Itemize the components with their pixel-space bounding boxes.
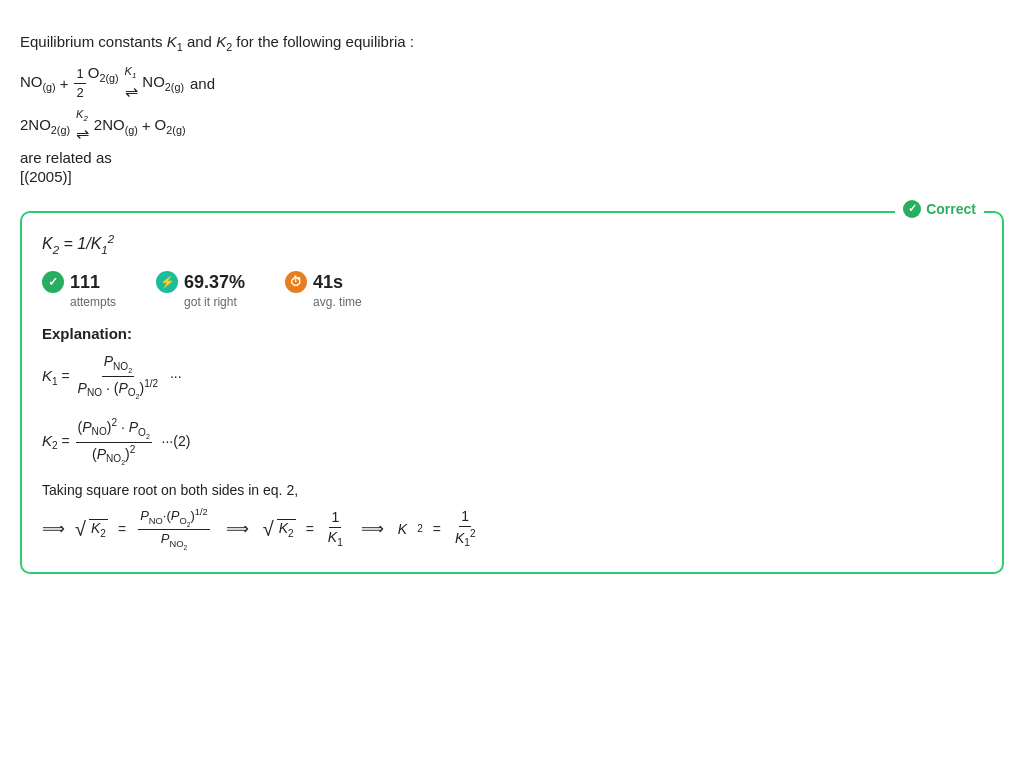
percentage-label: got it right bbox=[184, 295, 245, 309]
stats-row: ✓ 111 attempts ⚡ 69.37% got it right ⏱ 4… bbox=[42, 271, 982, 309]
clock-icon: ⏱ bbox=[285, 271, 307, 293]
stat-percentage-value: ⚡ 69.37% bbox=[156, 271, 245, 293]
stat-avg-time-value: ⏱ 41s bbox=[285, 271, 362, 293]
explanation-title: Explanation: bbox=[42, 325, 982, 342]
bolt-icon: ⚡ bbox=[156, 271, 178, 293]
stat-percentage: ⚡ 69.37% got it right bbox=[156, 271, 245, 309]
stat-attempts: ✓ 111 attempts bbox=[42, 271, 116, 309]
correct-label: Correct bbox=[926, 201, 976, 217]
k2-formula: K2 = (PNO)2 · PO2 (PNO2)2 ···(2) bbox=[42, 416, 982, 468]
correct-badge: ✓ Correct bbox=[895, 200, 984, 218]
answer-formula: K2 = 1/K12 bbox=[42, 233, 982, 256]
question-intro: Equilibrium constants K1 and K2 for the … bbox=[20, 30, 1004, 56]
year-ref: [(2005)] bbox=[20, 168, 1004, 185]
stat-avg-time: ⏱ 41s avg. time bbox=[285, 271, 362, 309]
equation-1: NO(g) + 1 2 O2(g) K1 ⇌ NO2(g) and bbox=[20, 64, 1004, 102]
taking-sq-text: Taking square root on both sides in eq. … bbox=[42, 482, 982, 498]
stat-attempts-value: ✓ 111 bbox=[42, 271, 116, 293]
final-derivation: ⟹ √K2 = PNO·(PO2)1/2 PNO2 ⟹ √K2 = 1 K1 ⟹… bbox=[42, 506, 982, 552]
equation-2: 2NO2(g) K2 ⇌ 2NO(g) + O2(g) bbox=[20, 109, 1004, 143]
k1-formula: K1 = PNO2 PNO · (PO2)1/2 ··· bbox=[42, 352, 982, 402]
correct-icon: ✓ bbox=[903, 200, 921, 218]
checkmark-icon: ✓ bbox=[42, 271, 64, 293]
question-block: Equilibrium constants K1 and K2 for the … bbox=[20, 20, 1004, 201]
related-text: are related as bbox=[20, 149, 1004, 166]
answer-box: ✓ Correct K2 = 1/K12 ✓ 111 attempts ⚡ 69… bbox=[20, 211, 1004, 574]
attempts-label: attempts bbox=[70, 295, 116, 309]
avg-time-label: avg. time bbox=[313, 295, 362, 309]
